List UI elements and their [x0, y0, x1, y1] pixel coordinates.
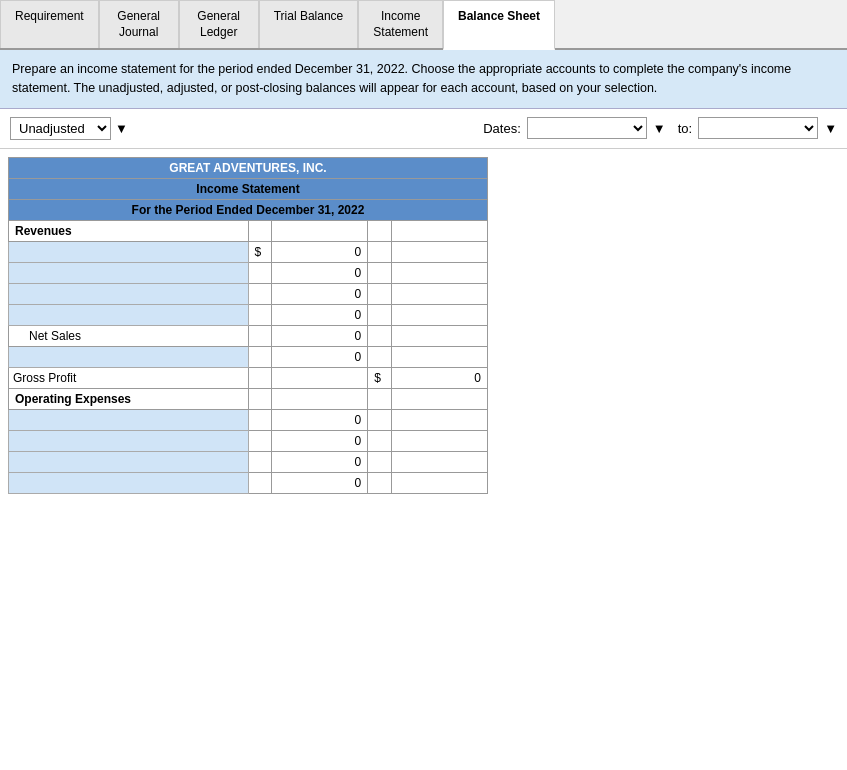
company-name: GREAT ADVENTURES, INC. [9, 157, 488, 178]
title-header-row: Income Statement [9, 178, 488, 199]
revenue-input-2[interactable] [9, 262, 249, 283]
date-from-select[interactable] [527, 117, 647, 139]
revenue-input-1[interactable] [9, 241, 249, 262]
revenue-row-4: 0 [9, 304, 488, 325]
period-header-row: For the Period Ended December 31, 2022 [9, 199, 488, 220]
opex-input-2[interactable] [9, 430, 249, 451]
net-sales-row: Net Sales 0 [9, 325, 488, 346]
tab-income-statement[interactable]: IncomeStatement [358, 0, 443, 48]
chevron-from-icon: ▼ [653, 121, 666, 136]
operating-expenses-section-row: Operating Expenses [9, 388, 488, 409]
controls-row: Unadjusted Adjusted Post-closing ▼ Dates… [0, 109, 847, 149]
gross-profit-label: Gross Profit [9, 367, 249, 388]
cost-input[interactable] [9, 346, 249, 367]
tab-general-journal[interactable]: GeneralJournal [99, 0, 179, 48]
tab-bar: Requirement GeneralJournal GeneralLedger… [0, 0, 847, 50]
revenue-input-3[interactable] [9, 283, 249, 304]
tab-general-ledger[interactable]: GeneralLedger [179, 0, 259, 48]
statement-title: Income Statement [9, 178, 488, 199]
opex-row-1: 0 [9, 409, 488, 430]
balance-type-select[interactable]: Unadjusted Adjusted Post-closing [10, 117, 111, 140]
statement-period: For the Period Ended December 31, 2022 [9, 199, 488, 220]
revenues-section-row: Revenues [9, 220, 488, 241]
instructions-panel: Prepare an income statement for the peri… [0, 50, 847, 109]
opex-input-1[interactable] [9, 409, 249, 430]
income-statement-table: GREAT ADVENTURES, INC. Income Statement … [8, 157, 488, 494]
tab-requirement[interactable]: Requirement [0, 0, 99, 48]
chevron-to-icon: ▼ [824, 121, 837, 136]
dates-group: Dates: ▼ to: ▼ [483, 117, 837, 139]
dates-label: Dates: [483, 121, 521, 136]
balance-type-chevron-icon: ▼ [115, 121, 128, 136]
revenues-label: Revenues [9, 220, 249, 241]
cost-row: 0 [9, 346, 488, 367]
revenue-row-2: 0 [9, 262, 488, 283]
opex-input-4[interactable] [9, 472, 249, 493]
opex-row-2: 0 [9, 430, 488, 451]
revenue-row-3: 0 [9, 283, 488, 304]
tab-balance-sheet[interactable]: Balance Sheet [443, 0, 555, 50]
revenue-row-1: $ 0 [9, 241, 488, 262]
statement-wrapper: GREAT ADVENTURES, INC. Income Statement … [0, 149, 847, 502]
date-to-select[interactable] [698, 117, 818, 139]
opex-input-3[interactable] [9, 451, 249, 472]
opex-row-4: 0 [9, 472, 488, 493]
net-sales-label: Net Sales [9, 325, 249, 346]
tab-trial-balance[interactable]: Trial Balance [259, 0, 359, 48]
company-header-row: GREAT ADVENTURES, INC. [9, 157, 488, 178]
gross-profit-row: Gross Profit $ 0 [9, 367, 488, 388]
to-label: to: [678, 121, 692, 136]
net-sales-value: 0 [272, 325, 368, 346]
opex-row-3: 0 [9, 451, 488, 472]
gross-profit-value: 0 [392, 367, 488, 388]
balance-type-dropdown[interactable]: Unadjusted Adjusted Post-closing ▼ [10, 117, 128, 140]
revenue-input-4[interactable] [9, 304, 249, 325]
cost-value: 0 [272, 346, 368, 367]
operating-expenses-label: Operating Expenses [9, 388, 249, 409]
